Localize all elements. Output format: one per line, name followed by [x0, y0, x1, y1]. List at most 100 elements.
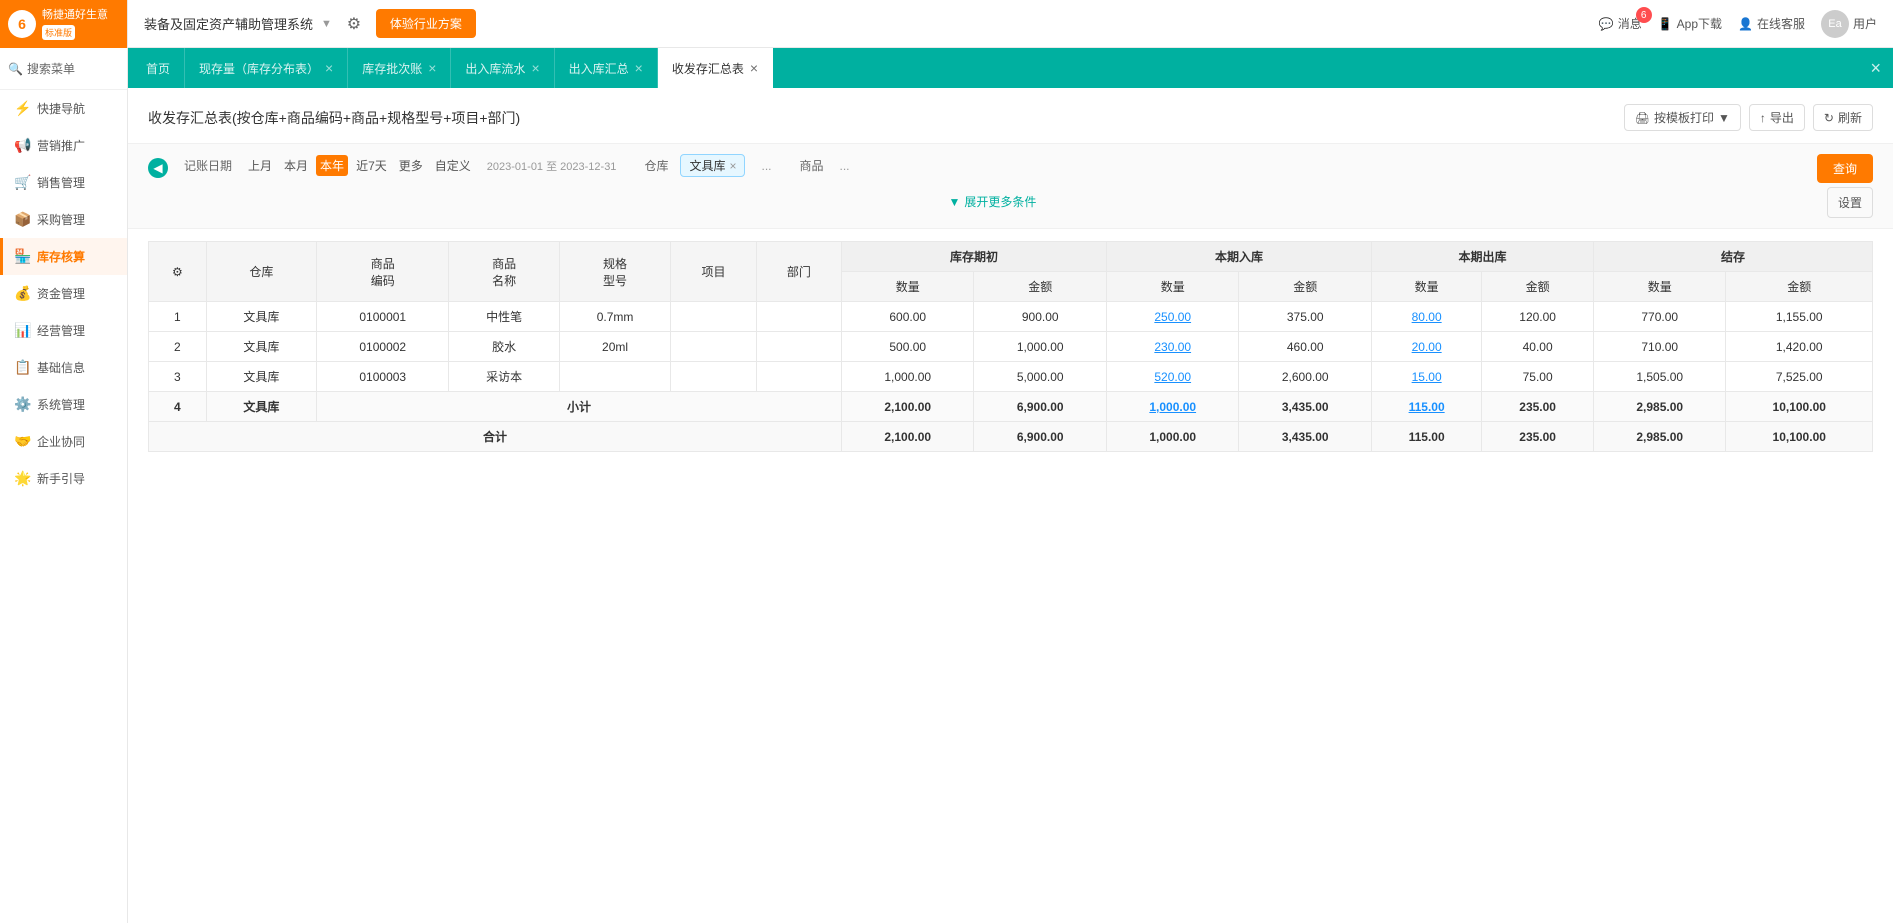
total-start-amt: 6,900.00	[974, 422, 1107, 452]
sidebar-search-area: 🔍 搜索菜单	[0, 48, 127, 90]
settings-button[interactable]: ⚙	[340, 10, 368, 38]
sales-icon: 🛒	[15, 175, 31, 191]
tab-receive-send-close[interactable]: ×	[750, 61, 758, 75]
sidebar-item-marketing[interactable]: 📢 营销推广	[0, 127, 127, 164]
message-action[interactable]: 💬 6 消息	[1599, 15, 1642, 32]
print-button[interactable]: 🖨 按模板打印 ▼	[1624, 104, 1741, 131]
user-action[interactable]: Ea 用户	[1821, 10, 1877, 38]
tab-summary-label: 出入库汇总	[569, 60, 629, 77]
subtotal-label: 小计	[316, 392, 841, 422]
app-download-action[interactable]: 📱 App下载	[1658, 15, 1722, 32]
tab-batch-close[interactable]: ×	[428, 61, 436, 75]
row-dept	[756, 332, 841, 362]
tab-flow-close[interactable]: ×	[531, 61, 539, 75]
filter-body: 记账日期 上月 本月 本年 近7天 更多 自定义 2023-01-01 至 20…	[184, 154, 1801, 218]
tab-summary[interactable]: 出入库汇总 ×	[555, 48, 658, 88]
top-header: 装备及固定资产辅助管理系统 ▼ ⚙ 体验行业方案 💬 6 消息 📱 App下载 …	[128, 0, 1893, 48]
goods-dots[interactable]: ...	[840, 159, 850, 173]
sidebar-item-purchase[interactable]: 📦 采购管理	[0, 201, 127, 238]
subtotal-warehouse: 文具库	[206, 392, 316, 422]
row-project	[671, 302, 756, 332]
query-button[interactable]: 查询	[1817, 154, 1873, 183]
row-bal-amt: 1,155.00	[1726, 302, 1873, 332]
row-no: 2	[149, 332, 207, 362]
row-dept	[756, 362, 841, 392]
row-bal-qty: 710.00	[1593, 332, 1726, 362]
warehouse-tag-close[interactable]: ×	[729, 160, 736, 172]
sidebar-item-basic[interactable]: 📋 基础信息	[0, 349, 127, 386]
sidebar-item-system[interactable]: ⚙️ 系统管理	[0, 386, 127, 423]
tab-bar-close-button[interactable]: ×	[1862, 58, 1889, 79]
col-out-amt-header: 金额	[1482, 272, 1594, 302]
tab-batch[interactable]: 库存批次账 ×	[348, 48, 451, 88]
quicknav-icon: ⚡	[15, 101, 31, 117]
table-row: 2 文具库 0100002 胶水 20ml 500.00 1,000.00 23…	[149, 332, 1873, 362]
sidebar-item-collab[interactable]: 🤝 企业协同	[0, 423, 127, 460]
table-settings-header[interactable]: ⚙	[149, 242, 207, 302]
date-custom[interactable]: 自定义	[431, 155, 475, 176]
purchase-icon: 📦	[15, 212, 31, 228]
date-last-month[interactable]: 上月	[244, 155, 276, 176]
row-out-qty[interactable]: 80.00	[1371, 302, 1481, 332]
sidebar-item-finance[interactable]: 💰 资金管理	[0, 275, 127, 312]
tab-home[interactable]: 首页	[132, 48, 185, 88]
sidebar-item-guide[interactable]: 🌟 新手引导	[0, 460, 127, 497]
row-in-amt: 460.00	[1239, 332, 1372, 362]
warehouse-dots[interactable]: ...	[761, 159, 771, 173]
subtotal-out-qty: 115.00	[1371, 392, 1481, 422]
sidebar-item-inventory[interactable]: 🏪 库存核算	[0, 238, 127, 275]
expand-row: ▼ 展开更多条件	[184, 185, 1801, 218]
main-area: 装备及固定资产辅助管理系统 ▼ ⚙ 体验行业方案 💬 6 消息 📱 App下载 …	[128, 0, 1893, 923]
row-in-qty[interactable]: 230.00	[1106, 332, 1239, 362]
inventory-icon: 🏪	[15, 249, 31, 265]
message-icon: 💬	[1599, 17, 1614, 31]
tab-stock-dist-close[interactable]: ×	[325, 61, 333, 75]
export-button[interactable]: ↑ 导出	[1749, 104, 1805, 131]
date-more[interactable]: 更多	[395, 155, 427, 176]
avatar: Ea	[1821, 10, 1849, 38]
tab-flow[interactable]: 出入库流水 ×	[451, 48, 554, 88]
trial-button[interactable]: 体验行业方案	[376, 9, 476, 38]
total-bal-qty: 2,985.00	[1593, 422, 1726, 452]
row-goods-name: 采访本	[449, 362, 559, 392]
sidebar-item-sales[interactable]: 🛒 销售管理	[0, 164, 127, 201]
date-last-7days[interactable]: 近7天	[352, 155, 391, 176]
date-this-year[interactable]: 本年	[316, 155, 348, 176]
row-goods-code: 0100003	[316, 362, 449, 392]
message-badge: 6	[1636, 7, 1652, 23]
system-title-text: 装备及固定资产辅助管理系统	[144, 14, 313, 33]
row-goods-spec	[559, 362, 671, 392]
refresh-button[interactable]: ↻ 刷新	[1813, 104, 1873, 131]
subtotal-out-amt: 235.00	[1482, 392, 1594, 422]
filter-toggle-button[interactable]: ◀	[148, 158, 168, 178]
row-start-amt: 900.00	[974, 302, 1107, 332]
operations-icon: 📊	[15, 323, 31, 339]
filter-settings-button[interactable]: 设置	[1827, 187, 1873, 218]
tab-summary-close[interactable]: ×	[635, 61, 643, 75]
row-goods-name: 中性笔	[449, 302, 559, 332]
row-goods-spec: 20ml	[559, 332, 671, 362]
col-in-qty-header: 数量	[1106, 272, 1239, 302]
row-out-qty[interactable]: 20.00	[1371, 332, 1481, 362]
row-project	[671, 362, 756, 392]
total-in-qty: 1,000.00	[1106, 422, 1239, 452]
sidebar-item-quicknav[interactable]: ⚡ 快捷导航	[0, 90, 127, 127]
search-icon: 🔍	[8, 62, 23, 76]
date-this-month[interactable]: 本月	[280, 155, 312, 176]
subtotal-in-amt: 3,435.00	[1239, 392, 1372, 422]
row-in-qty[interactable]: 520.00	[1106, 362, 1239, 392]
row-start-qty: 1,000.00	[841, 362, 974, 392]
tab-stock-dist[interactable]: 现存量（库存分布表） ×	[185, 48, 348, 88]
subtotal-in-qty: 1,000.00	[1106, 392, 1239, 422]
online-service-action[interactable]: 👤 在线客服	[1738, 15, 1805, 32]
sidebar-item-operations[interactable]: 📊 经营管理	[0, 312, 127, 349]
row-in-qty[interactable]: 250.00	[1106, 302, 1239, 332]
expand-more-button[interactable]: ▼ 展开更多条件	[949, 193, 1037, 210]
col-period-start-header: 库存期初	[841, 242, 1106, 272]
content-area: 收发存汇总表(按仓库+商品编码+商品+规格型号+项目+部门) 🖨 按模板打印 ▼…	[128, 88, 1893, 923]
search-menu-button[interactable]: 🔍 搜索菜单	[8, 56, 119, 81]
date-shortcuts: 上月 本月 本年 近7天 更多 自定义	[244, 155, 475, 176]
row-out-qty[interactable]: 15.00	[1371, 362, 1481, 392]
service-icon: 👤	[1738, 17, 1753, 31]
tab-receive-send[interactable]: 收发存汇总表 ×	[658, 48, 773, 88]
